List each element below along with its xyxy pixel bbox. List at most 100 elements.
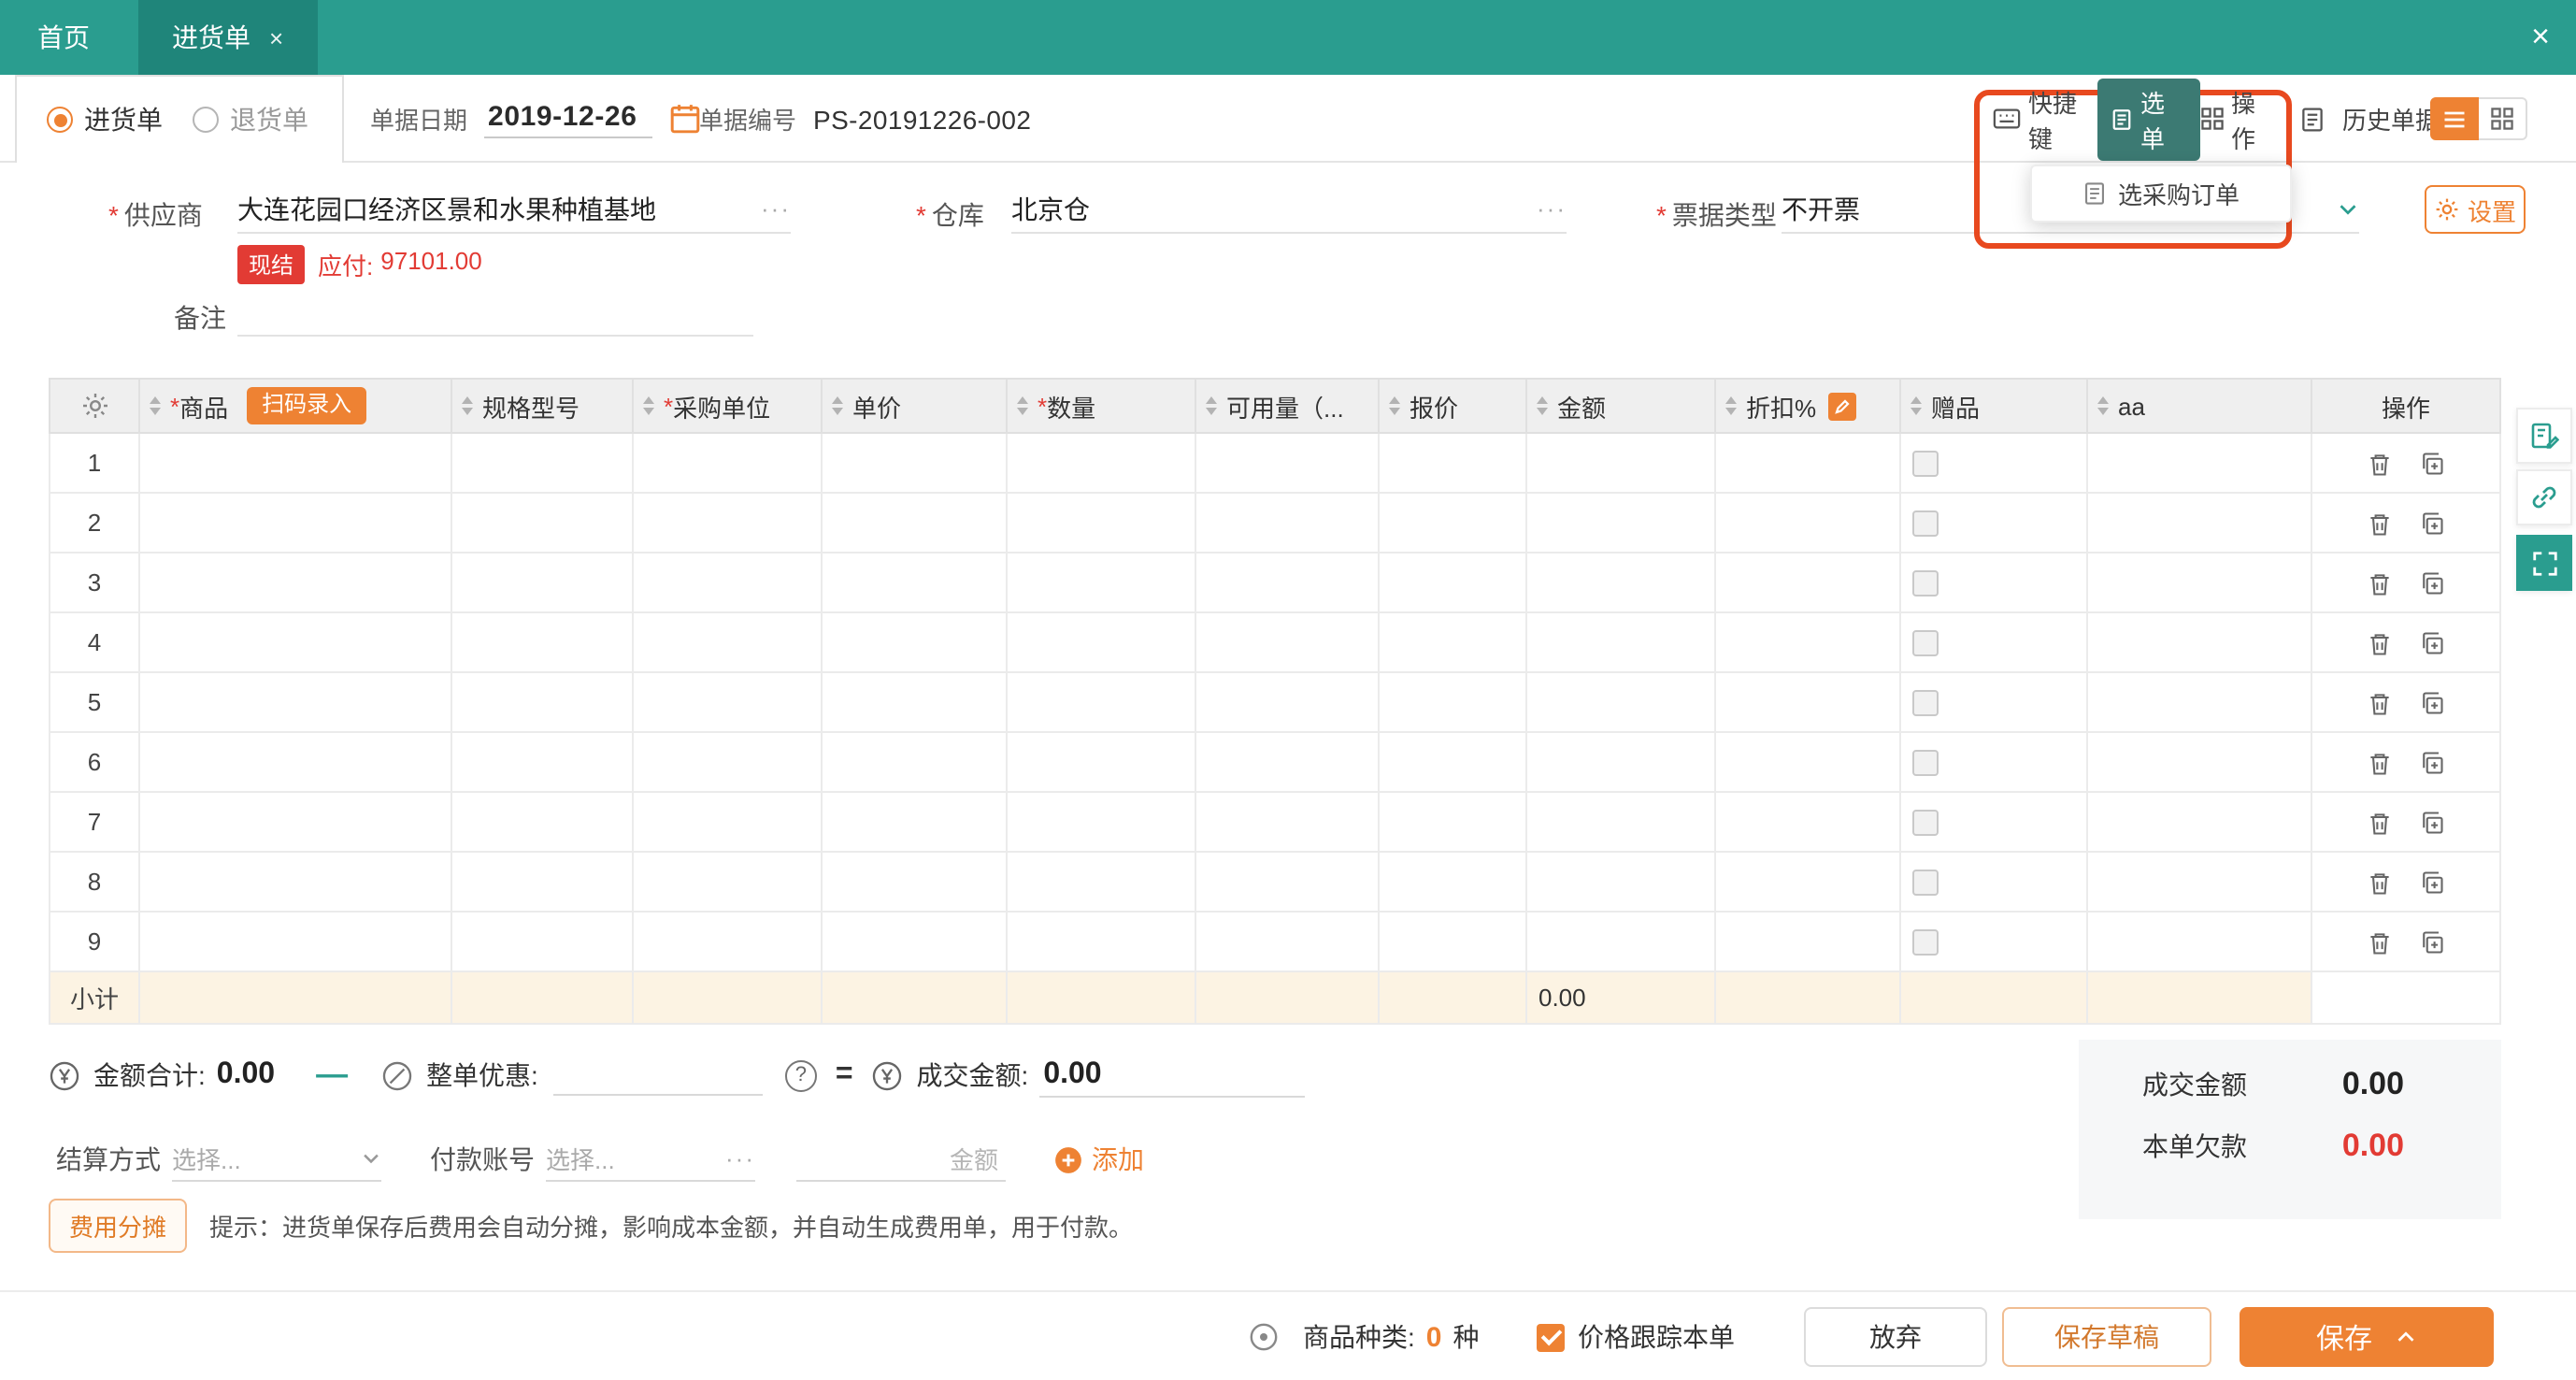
grid-cell[interactable] (1525, 791, 1716, 853)
grid-cell[interactable] (451, 791, 634, 853)
grid-cell[interactable] (1195, 432, 1380, 494)
col-quantity[interactable]: * 数量 (1006, 378, 1196, 434)
grid-cell[interactable] (1525, 911, 1716, 972)
fee-allocation-button[interactable]: 费用分摊 (49, 1198, 188, 1252)
grid-cell[interactable] (1006, 492, 1196, 553)
grid-cell[interactable] (2086, 671, 2312, 733)
tab-home[interactable]: 首页 (0, 0, 127, 75)
grid-cell[interactable] (138, 731, 452, 793)
radio-return-out[interactable]: 退货单 (193, 101, 308, 138)
grid-cell[interactable] (1006, 791, 1196, 853)
copy-row-icon[interactable] (2419, 510, 2445, 537)
grid-cell[interactable] (1525, 492, 1716, 553)
grid-cell[interactable] (138, 851, 452, 913)
sort-icon[interactable] (1911, 396, 1922, 415)
settings-button[interactable]: 设置 (2425, 185, 2526, 234)
grid-cell[interactable] (451, 731, 634, 793)
grid-cell[interactable] (1714, 791, 1901, 853)
gift-cell[interactable] (1899, 432, 2088, 494)
grid-cell[interactable] (632, 671, 823, 733)
notes-tool-button[interactable] (2516, 408, 2572, 464)
window-close-icon[interactable]: × (2505, 0, 2576, 75)
grid-cell[interactable] (1195, 851, 1380, 913)
save-draft-button[interactable]: 保存草稿 (2002, 1307, 2211, 1367)
grid-cell[interactable] (1525, 851, 1716, 913)
shortcut-keys-button[interactable]: 快捷键 (1993, 83, 2097, 154)
abandon-button[interactable]: 放弃 (1804, 1307, 1987, 1367)
date-value[interactable]: 2019-12-26 (484, 99, 652, 138)
grid-cell[interactable] (1378, 791, 1527, 853)
col-available[interactable]: 可用量（... (1195, 378, 1380, 434)
link-tool-button[interactable] (2516, 469, 2572, 525)
grid-cell[interactable] (138, 671, 452, 733)
col-unit-price[interactable]: 单价 (821, 378, 1008, 434)
gift-cell[interactable] (1899, 552, 2088, 613)
sort-icon[interactable] (2097, 396, 2109, 415)
grid-cell[interactable] (138, 552, 452, 613)
delete-row-icon[interactable] (2367, 629, 2393, 657)
gift-cell[interactable] (1899, 611, 2088, 673)
grid-cell[interactable] (451, 552, 634, 613)
radio-purchase-in[interactable]: 进货单 (47, 101, 163, 138)
remark-input[interactable] (237, 288, 753, 337)
grid-cell[interactable] (1525, 671, 1716, 733)
grid-cell[interactable] (1378, 492, 1527, 553)
gift-cell[interactable] (1899, 791, 2088, 853)
grid-cell[interactable] (1378, 432, 1527, 494)
tab-close-icon[interactable]: × (269, 23, 283, 51)
col-gift[interactable]: 赠品 (1899, 378, 2088, 434)
gift-checkbox[interactable] (1912, 750, 1939, 777)
gift-checkbox[interactable] (1912, 929, 1939, 956)
delete-row-icon[interactable] (2367, 809, 2393, 837)
gift-checkbox[interactable] (1912, 630, 1939, 657)
col-discount[interactable]: 折扣% (1714, 378, 1901, 434)
grid-cell[interactable] (821, 432, 1008, 494)
grid-cell[interactable] (1378, 911, 1527, 972)
delete-row-icon[interactable] (2367, 510, 2393, 538)
col-spec[interactable]: 规格型号 (451, 378, 634, 434)
copy-row-icon[interactable] (2419, 929, 2445, 956)
grid-cell[interactable] (2086, 492, 2312, 553)
column-settings-gear[interactable] (49, 378, 140, 434)
grid-cell[interactable] (451, 851, 634, 913)
delete-row-icon[interactable] (2367, 689, 2393, 717)
copy-row-icon[interactable] (2419, 630, 2445, 656)
col-amount[interactable]: 金额 (1525, 378, 1716, 434)
grid-cell[interactable] (2086, 611, 2312, 673)
grid-cell[interactable] (632, 731, 823, 793)
grid-cell[interactable] (1195, 911, 1380, 972)
grid-cell[interactable] (451, 611, 634, 673)
grid-cell[interactable] (821, 492, 1008, 553)
grid-cell[interactable] (138, 791, 452, 853)
grid-cell[interactable] (138, 432, 452, 494)
grid-cell[interactable] (1006, 731, 1196, 793)
grid-cell[interactable] (2086, 731, 2312, 793)
grid-cell[interactable] (2086, 911, 2312, 972)
gift-checkbox[interactable] (1912, 451, 1939, 478)
select-order-button[interactable]: 选单 (2097, 78, 2199, 160)
grid-cell[interactable] (1006, 552, 1196, 613)
copy-row-icon[interactable] (2419, 870, 2445, 896)
grid-cell[interactable] (138, 911, 452, 972)
gift-cell[interactable] (1899, 492, 2088, 553)
grid-cell[interactable] (1378, 851, 1527, 913)
col-quote[interactable]: 报价 (1378, 378, 1527, 434)
grid-cell[interactable] (1714, 911, 1901, 972)
grid-cell[interactable] (1525, 432, 1716, 494)
supplier-more-icon[interactable]: ··· (761, 194, 791, 223)
grid-cell[interactable] (1714, 611, 1901, 673)
grid-cell[interactable] (138, 492, 452, 553)
sort-icon[interactable] (1206, 396, 1217, 415)
delete-row-icon[interactable] (2367, 928, 2393, 956)
add-payment-button[interactable]: 添加 (1054, 1141, 1144, 1178)
grid-cell[interactable] (138, 611, 452, 673)
grid-cell[interactable] (1714, 552, 1901, 613)
order-discount-input[interactable] (552, 1055, 763, 1096)
supplier-field[interactable]: 大连花园口经济区景和水果种植基地 ··· (237, 185, 791, 234)
history-button[interactable]: 历史单据 (2299, 75, 2440, 163)
grid-cell[interactable] (1195, 492, 1380, 553)
sort-icon[interactable] (1389, 396, 1400, 415)
grid-cell[interactable] (632, 492, 823, 553)
grid-cell[interactable] (1714, 432, 1901, 494)
chevron-down-icon[interactable] (2337, 197, 2359, 220)
